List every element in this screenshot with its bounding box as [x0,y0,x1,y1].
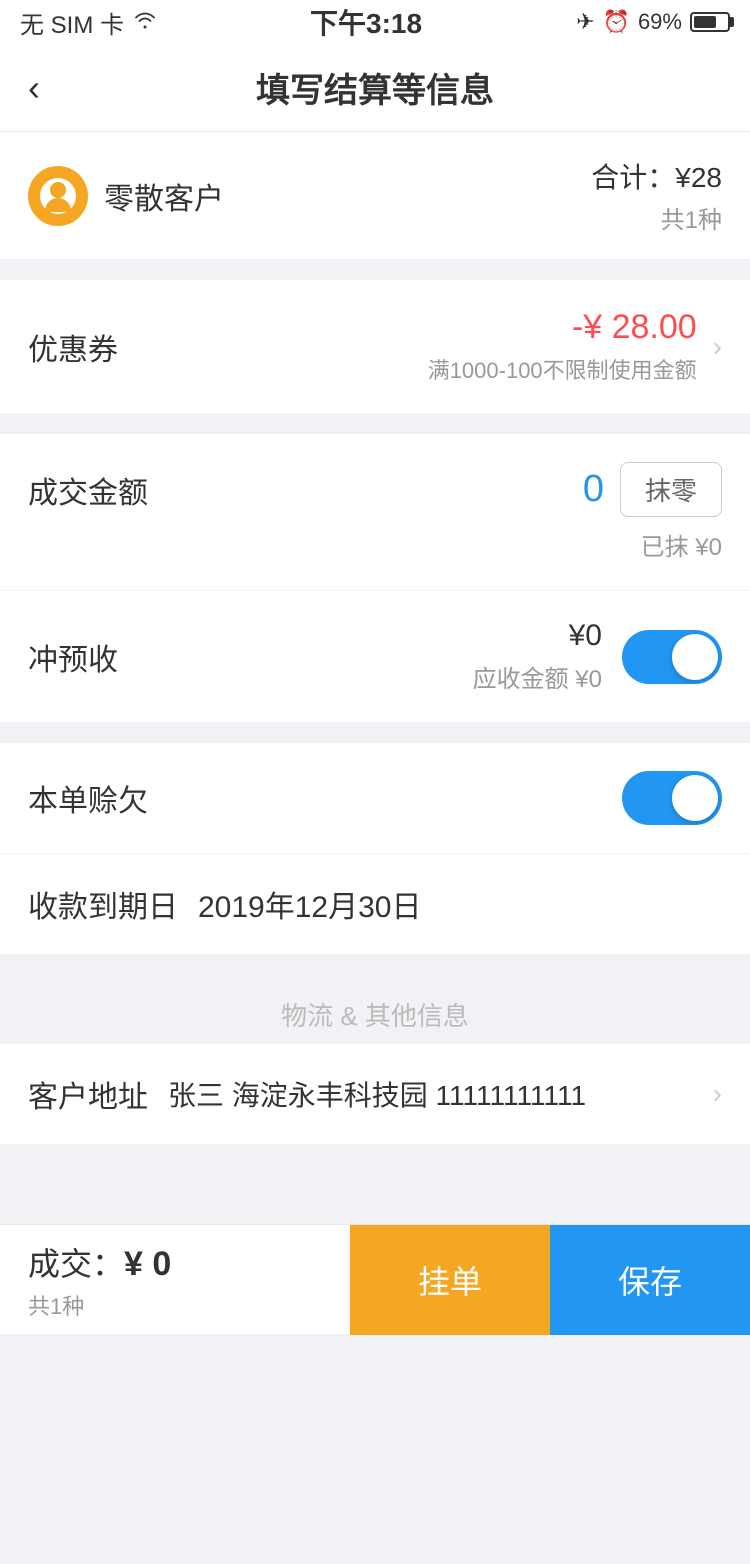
address-label: 客户地址 [28,1072,148,1116]
battery-icon [690,12,730,32]
customer-name: 零散客户 [104,174,224,218]
coupon-chevron-icon: › [713,331,722,363]
coupon-label: 优惠券 [28,325,118,369]
page-title: 填写结算等信息 [256,63,494,112]
credit-label: 本单赊欠 [28,776,148,820]
status-left: 无 SIM 卡 [20,5,156,40]
coupon-amount: -¥ 28.00 [428,308,697,347]
divider-4 [0,954,750,984]
status-bar: 无 SIM 卡 下午3:18 ✈ ⏰ 69% [0,0,750,44]
address-row[interactable]: 客户地址 张三 海淀永丰科技园 11111111111 › [0,1044,750,1144]
advance-toggle[interactable] [622,630,722,684]
deal-label: 成交： [28,1246,124,1282]
due-date-value: 2019年12月30日 [198,882,421,926]
content-area: 零散客户 合计：¥28 共1种 优惠券 -¥ 28.00 满1000-100不限… [0,132,750,1564]
status-right: ✈ ⏰ 69% [576,9,730,35]
back-button[interactable]: ‹ [28,67,40,109]
transaction-label: 成交金额 [28,468,148,512]
total-count: 共1种 [591,200,722,235]
advance-receivable: 应收金额 ¥0 [473,659,602,694]
advance-row: 冲预收 ¥0 应收金额 ¥0 [0,591,750,723]
save-button[interactable]: 保存 [550,1225,750,1335]
round-button[interactable]: 抹零 [620,462,722,517]
bottom-deal-text: 成交：¥ 0 [28,1239,322,1285]
nav-bar: ‹ 填写结算等信息 [0,44,750,132]
alarm-icon: ⏰ [603,9,630,35]
credit-toggle-knob [672,775,718,821]
carrier-text: 无 SIM 卡 [20,5,124,40]
divider-3 [0,723,750,743]
bottom-count: 共1种 [28,1289,322,1321]
transaction-row: 成交金额 0 抹零 已抹 ¥0 [0,434,750,591]
advance-amount: ¥0 [473,619,602,653]
credit-row: 本单赊欠 [0,743,750,853]
due-date-row[interactable]: 收款到期日 2019年12月30日 [0,853,750,954]
divider-1 [0,260,750,280]
time-display: 下午3:18 [310,2,422,42]
deal-amount: ¥ 0 [124,1245,171,1283]
transaction-value[interactable]: 0 [583,468,604,511]
logistics-label: 物流 & 其他信息 [281,996,469,1033]
coupon-note: 满1000-100不限制使用金额 [428,353,697,385]
hold-button[interactable]: 挂单 [350,1225,550,1335]
credit-toggle[interactable] [622,771,722,825]
coupon-row[interactable]: 优惠券 -¥ 28.00 满1000-100不限制使用金额 › [0,280,750,414]
customer-row: 零散客户 合计：¥28 共1种 [0,132,750,260]
bottom-info: 成交：¥ 0 共1种 [0,1239,350,1321]
wifi-icon [134,8,156,36]
logistics-section-header: 物流 & 其他信息 [0,984,750,1044]
transaction-sub: 已抹 ¥0 [28,527,722,562]
avatar-icon [40,178,76,214]
battery-percent: 69% [638,9,682,35]
address-chevron-icon: › [713,1078,722,1110]
bottom-bar: 成交：¥ 0 共1种 挂单 保存 [0,1224,750,1334]
total-label: 合计：¥28 [591,156,722,196]
address-value: 张三 海淀永丰科技园 11111111111 [168,1074,713,1114]
due-date-label: 收款到期日 [28,882,178,926]
hold-button-label: 挂单 [418,1257,482,1303]
advance-label: 冲预收 [28,635,118,679]
avatar [28,166,88,226]
save-button-label: 保存 [618,1257,682,1303]
toggle-knob [672,634,718,680]
divider-2 [0,414,750,434]
location-icon: ✈ [576,9,594,35]
